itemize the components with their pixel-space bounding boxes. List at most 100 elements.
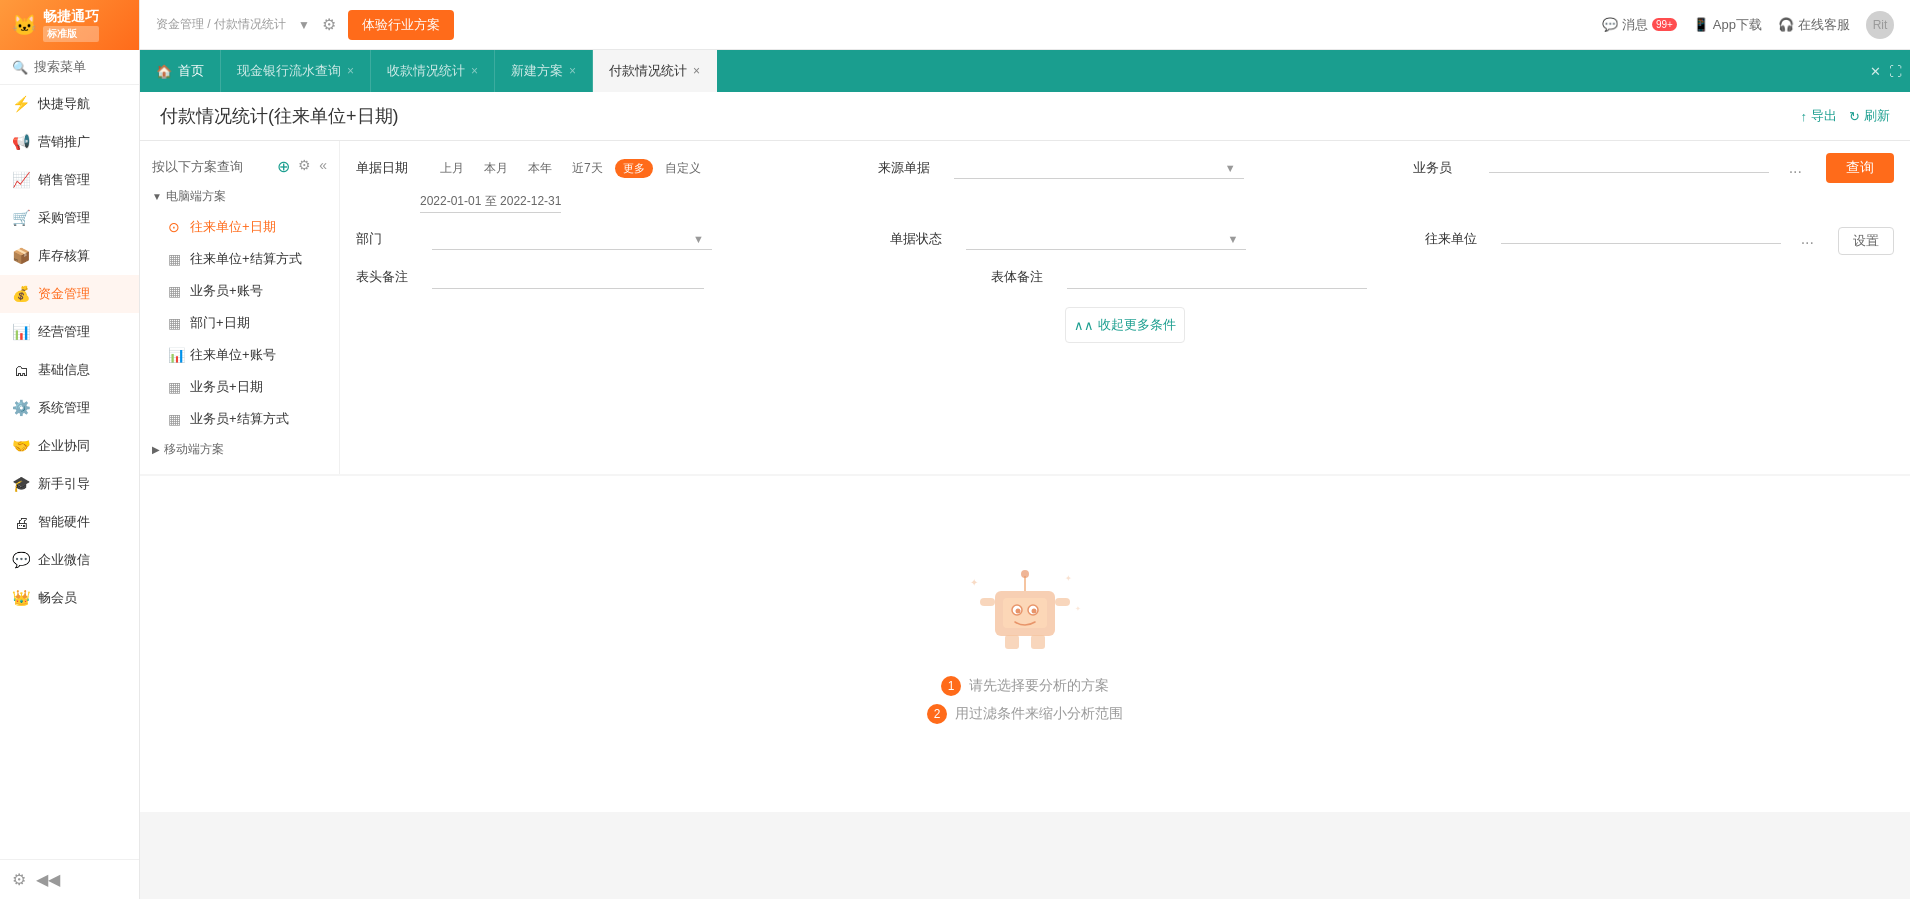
message-button[interactable]: 💬 消息 99+ [1602, 16, 1677, 34]
scheme-item-dept-date[interactable]: ▦ 部门+日期 [140, 307, 339, 339]
mobile-section-toggle[interactable]: ▶ 移动端方案 [140, 435, 339, 464]
dept-select-arrow: ▼ [693, 233, 704, 245]
sidebar-item-quick-nav[interactable]: ⚡ 快捷导航 [0, 85, 139, 123]
date-range-row: 2022-01-01 至 2022-12-31 [416, 193, 1894, 213]
scheme-item-unit-settle[interactable]: ▦ 往来单位+结算方式 [140, 243, 339, 275]
desktop-section-toggle[interactable]: ▼ 电脑端方案 [140, 182, 339, 211]
date-options: 上月 本月 本年 近7天 更多 自定义 [432, 157, 709, 180]
tab-new-scheme[interactable]: 新建方案 × [495, 50, 593, 92]
sidebar-item-sales[interactable]: 📈 销售管理 [0, 161, 139, 199]
tab-receipt-stats-close[interactable]: × [471, 64, 478, 78]
tab-new-scheme-close[interactable]: × [569, 64, 576, 78]
date-option-7days[interactable]: 近7天 [564, 157, 611, 180]
scheme-add-icon[interactable]: ⊕ [277, 157, 290, 176]
topbar-dropdown-arrow[interactable]: ▼ [298, 18, 310, 32]
footer-collapse-icon[interactable]: ◀◀ [36, 870, 60, 889]
tab-payment-stats-close[interactable]: × [693, 64, 700, 78]
settings-button[interactable]: 设置 [1838, 227, 1894, 255]
export-button[interactable]: ↑ 导出 [1801, 107, 1838, 125]
collapse-more-button[interactable]: ∧∧ 收起更多条件 [1065, 307, 1185, 343]
tab-payment-stats-label: 付款情况统计 [609, 62, 687, 80]
date-option-custom[interactable]: 自定义 [657, 157, 709, 180]
wechat-icon: 💬 [12, 551, 30, 569]
sidebar: 🐱 畅捷通巧 标准版 🔍 搜索菜单 ⚡ 快捷导航 📢 营销推广 📈 销售管理 🛒… [0, 0, 140, 899]
dept-select[interactable]: ▼ [432, 229, 712, 250]
sidebar-item-label: 快捷导航 [38, 95, 90, 113]
scheme-item-salesman-settle[interactable]: ▦ 业务员+结算方式 [140, 403, 339, 435]
sales-icon: 📈 [12, 171, 30, 189]
scheme-sidebar-header: 按以下方案查询 ⊕ ⚙ « [140, 151, 339, 182]
counterpart-dots[interactable]: ... [1801, 230, 1814, 248]
scheme-active-icon: ⊙ [168, 219, 184, 235]
app-download-button[interactable]: 📱 App下载 [1693, 16, 1762, 34]
sidebar-item-label: 销售管理 [38, 171, 90, 189]
voucher-status-select[interactable]: ▼ [966, 229, 1246, 250]
sidebar-search[interactable]: 🔍 搜索菜单 [0, 50, 139, 85]
sidebar-item-wechat[interactable]: 💬 企业微信 [0, 541, 139, 579]
search-label: 搜索菜单 [34, 58, 86, 76]
tab-bank[interactable]: 现金银行流水查询 × [221, 50, 371, 92]
avatar-text: Rit [1873, 18, 1888, 32]
collapse-row: ∧∧ 收起更多条件 [356, 299, 1894, 351]
date-option-this-month[interactable]: 本月 [476, 157, 516, 180]
sidebar-item-label: 企业协同 [38, 437, 90, 455]
table-head-note-label: 表头备注 [356, 268, 416, 286]
collapse-arrow-icon: ∧∧ [1074, 318, 1094, 333]
svg-text:✦: ✦ [1075, 605, 1081, 612]
tab-fullscreen-icon[interactable]: ⛶ [1889, 64, 1902, 79]
topbar-settings-icon[interactable]: ⚙ [322, 15, 336, 34]
sidebar-item-label: 资金管理 [38, 285, 90, 303]
page-title: 付款情况统计(往来单位+日期) [160, 104, 399, 128]
salesman-dots[interactable]: ... [1789, 159, 1802, 177]
counterpart-select[interactable] [1501, 235, 1781, 244]
scheme-item-unit-date[interactable]: ⊙ 往来单位+日期 [140, 211, 339, 243]
tab-bank-close[interactable]: × [347, 64, 354, 78]
sidebar-item-vip[interactable]: 👑 畅会员 [0, 579, 139, 617]
tab-home[interactable]: 🏠 首页 [140, 50, 221, 92]
sidebar-item-hardware[interactable]: 🖨 智能硬件 [0, 503, 139, 541]
salesman-select[interactable] [1489, 164, 1769, 173]
scheme-settings-icon[interactable]: ⚙ [298, 157, 311, 176]
sidebar-item-operations[interactable]: 📊 经营管理 [0, 313, 139, 351]
scheme-item-salesman-account[interactable]: ▦ 业务员+账号 [140, 275, 339, 307]
sidebar-item-system[interactable]: ⚙️ 系统管理 [0, 389, 139, 427]
table-body-note-input[interactable] [1067, 265, 1367, 289]
tab-payment-stats[interactable]: 付款情况统计 × [593, 50, 717, 92]
refresh-button[interactable]: ↻ 刷新 [1849, 107, 1890, 125]
scheme-collapse-icon[interactable]: « [319, 157, 327, 176]
svg-point-5 [1032, 609, 1037, 614]
date-option-this-year[interactable]: 本年 [520, 157, 560, 180]
source-select[interactable]: ▼ [954, 158, 1244, 179]
service-icon: 🎧 [1778, 17, 1794, 32]
sidebar-item-label: 库存核算 [38, 247, 90, 265]
scheme-item-unit-account[interactable]: 📊 往来单位+账号 [140, 339, 339, 371]
sidebar-item-purchase[interactable]: 🛒 采购管理 [0, 199, 139, 237]
app-download-icon: 📱 [1693, 17, 1709, 32]
date-option-last-month[interactable]: 上月 [432, 157, 472, 180]
scheme-icon: ▦ [168, 251, 184, 267]
query-button[interactable]: 查询 [1826, 153, 1894, 183]
sidebar-item-basic[interactable]: 🗂 基础信息 [0, 351, 139, 389]
try-industry-button[interactable]: 体验行业方案 [348, 10, 454, 40]
sidebar-item-marketing[interactable]: 📢 营销推广 [0, 123, 139, 161]
table-head-note-input[interactable] [432, 265, 704, 289]
sidebar-item-enterprise[interactable]: 🤝 企业协同 [0, 427, 139, 465]
content-area: 付款情况统计(往来单位+日期) ↑ 导出 ↻ 刷新 按以下方案查询 ⊕ [140, 92, 1910, 899]
user-avatar[interactable]: Rit [1866, 11, 1894, 39]
date-range-value: 2022-01-01 至 2022-12-31 [420, 193, 561, 213]
sidebar-item-inventory[interactable]: 📦 库存核算 [0, 237, 139, 275]
topbar: 资金管理 / 付款情况统计 ▼ ⚙ 体验行业方案 💬 消息 99+ 📱 App下… [140, 0, 1910, 50]
sidebar-item-fund[interactable]: 💰 资金管理 [0, 275, 139, 313]
desktop-arrow-icon: ▼ [152, 191, 162, 202]
tab-close-all-icon[interactable]: ✕ [1870, 64, 1881, 79]
tab-receipt-stats[interactable]: 收款情况统计 × [371, 50, 495, 92]
sidebar-item-label: 系统管理 [38, 399, 90, 417]
sidebar-item-guide[interactable]: 🎓 新手引导 [0, 465, 139, 503]
online-service-button[interactable]: 🎧 在线客服 [1778, 16, 1850, 34]
footer-settings-icon[interactable]: ⚙ [12, 870, 26, 889]
date-option-more[interactable]: 更多 [615, 159, 653, 178]
tab-home-label: 首页 [178, 62, 204, 80]
marketing-icon: 📢 [12, 133, 30, 151]
scheme-item-salesman-date[interactable]: ▦ 业务员+日期 [140, 371, 339, 403]
scheme-item-label: 部门+日期 [190, 314, 250, 332]
